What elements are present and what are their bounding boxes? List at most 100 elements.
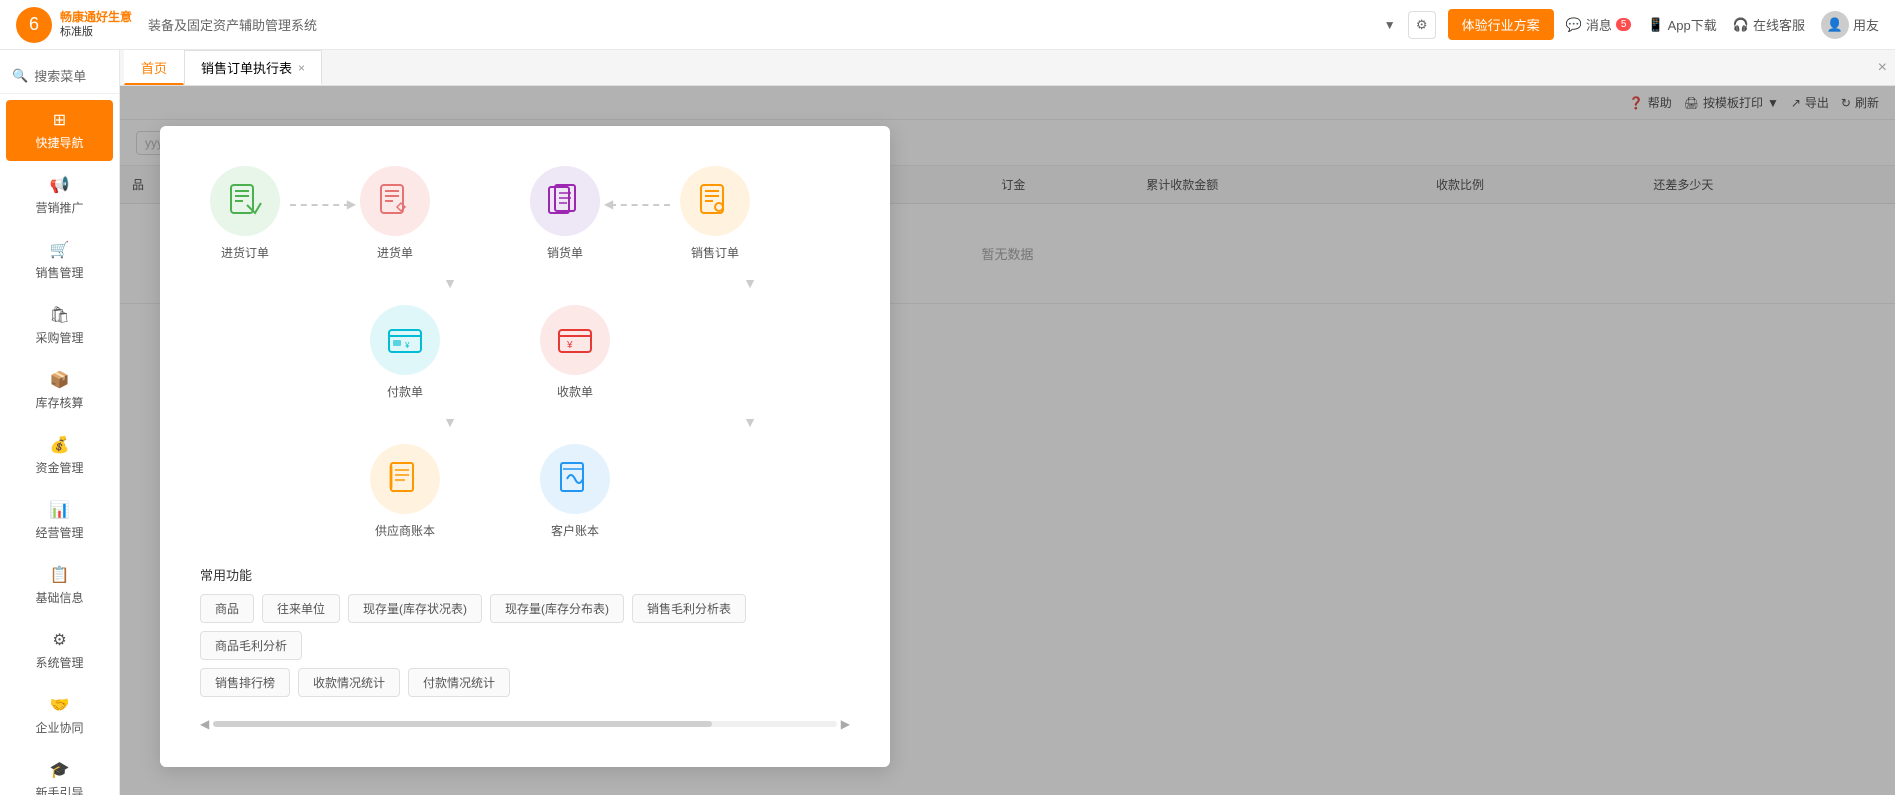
sidebar-item-marketing[interactable]: 📢 营销推广 [6, 165, 113, 226]
enterprise-icon: 🤝 [50, 695, 70, 715]
modal-overlay: 进货订单 ▶ [120, 86, 1895, 795]
flow-row-0: 进货订单 ▶ [200, 156, 850, 271]
flow-node-purchase-bill[interactable]: 进货单 [350, 156, 440, 271]
user-label: 用友 [1853, 15, 1879, 34]
scroll-right-icon[interactable]: ▶ [841, 717, 850, 731]
function-buttons-row-1: 商品 往来单位 现存量(库存状况表) 现存量(库存分布表) 销售毛利分析表 商品… [200, 594, 850, 660]
logo-icon: 6 [16, 7, 52, 43]
sidebar-item-finance[interactable]: 💰 资金管理 [6, 425, 113, 486]
payment-icon: ¥ [370, 305, 440, 375]
sidebar-item-newbie[interactable]: 🎓 新手引导 [6, 750, 113, 795]
scroll-thumb [213, 721, 712, 727]
common-functions: 常用功能 商品 往来单位 现存量(库存状况表) 现存量(库存分布表) 销售毛利分… [200, 565, 850, 697]
download-icon: 📱 [1647, 17, 1663, 33]
svg-text:¥: ¥ [404, 341, 410, 350]
sales-order-label: 销售订单 [691, 244, 739, 261]
func-btn-3[interactable]: 现存量(库存分布表) [490, 594, 624, 623]
function-buttons-row-2: 销售排行榜 收款情况统计 付款情况统计 [200, 668, 850, 697]
sidebar-item-system[interactable]: ⚙ 系统管理 [6, 620, 113, 681]
message-badge: 5 [1616, 18, 1632, 31]
avatar: 👤 [1821, 11, 1849, 39]
customer-ledger-icon [540, 444, 610, 514]
sidebar-item-inventory[interactable]: 📦 库存核算 [6, 360, 113, 421]
app-wrapper: 6 畅康通好生意 标准版 装备及固定资产辅助管理系统 ▼ ⚙ 体验行业方案 💬 … [0, 0, 1895, 795]
flow-row-2: ¥ 付款单 ¥ 收款单 [200, 295, 850, 410]
sidebar-search[interactable]: 🔍 搜索菜单 [0, 58, 119, 94]
logo-area: 6 畅康通好生意 标准版 [16, 7, 136, 43]
search-icon: 🔍 [12, 68, 28, 84]
flow-arrows-down-1: ▼ ▼ [200, 275, 850, 291]
user-area[interactable]: 👤 用友 [1821, 11, 1879, 39]
system-icon: ⚙ [52, 630, 66, 650]
sidebar-item-quick-nav[interactable]: ⊞ 快捷导航 [6, 100, 113, 161]
flow-node-sales-order[interactable]: 销售订单 [670, 156, 760, 271]
operations-icon: 📊 [50, 500, 70, 520]
page-content: ❓ 帮助 🖨 按模板打印 ▼ ↗ 导出 ↻ 刷新 [120, 86, 1895, 795]
flow-node-purchase-order[interactable]: 进货订单 [200, 156, 290, 271]
flow-node-customer-ledger[interactable]: 客户账本 [530, 434, 620, 549]
flow-node-payment[interactable]: ¥ 付款单 [360, 295, 450, 410]
sidebar-item-operations[interactable]: 📊 经营管理 [6, 490, 113, 551]
func-btn-0[interactable]: 商品 [200, 594, 254, 623]
flow-arrows-down-2: ▼ ▼ [200, 414, 850, 430]
sidebar-item-sales[interactable]: 🛒 销售管理 [6, 230, 113, 291]
receipt-label: 收款单 [557, 383, 593, 400]
supplier-ledger-icon [370, 444, 440, 514]
func-btn-7[interactable]: 收款情况统计 [298, 668, 400, 697]
func-btn-6[interactable]: 销售排行榜 [200, 668, 290, 697]
settings-icon[interactable]: ⚙ [1408, 11, 1436, 39]
scroll-left-icon[interactable]: ◀ [200, 717, 209, 731]
purchase-bill-icon [360, 166, 430, 236]
receipt-icon: ¥ [540, 305, 610, 375]
func-btn-5[interactable]: 商品毛利分析 [200, 631, 302, 660]
flow-node-sales-bill[interactable]: 销货单 [520, 156, 610, 271]
func-btn-2[interactable]: 现存量(库存状况表) [348, 594, 482, 623]
right-panel: 首页 销售订单执行表 × × ❓ 帮助 🖨 [120, 50, 1895, 795]
sidebar-item-basic-info[interactable]: 📋 基础信息 [6, 555, 113, 616]
svg-text:¥: ¥ [566, 340, 573, 351]
func-btn-1[interactable]: 往来单位 [262, 594, 340, 623]
func-btn-8[interactable]: 付款情况统计 [408, 668, 510, 697]
sales-bill-label: 销货单 [547, 244, 583, 261]
sales-order-icon [680, 166, 750, 236]
payment-label: 付款单 [387, 383, 423, 400]
func-btn-4[interactable]: 销售毛利分析表 [632, 594, 746, 623]
finance-icon: 💰 [50, 435, 70, 455]
brand-name: 畅康通好生意 [60, 10, 132, 26]
message-btn[interactable]: 💬 消息 5 [1566, 15, 1632, 34]
common-title: 常用功能 [200, 565, 850, 584]
sales-bill-icon [530, 166, 600, 236]
main-area: 🔍 搜索菜单 ⊞ 快捷导航 📢 营销推广 🛒 销售管理 🛍 采购管理 📦 [0, 50, 1895, 795]
sidebar-item-purchase[interactable]: 🛍 采购管理 [6, 295, 113, 356]
tab-bar-close-icon[interactable]: × [1878, 59, 1887, 77]
customer-ledger-label: 客户账本 [551, 522, 599, 539]
purchase-order-icon [210, 166, 280, 236]
purchase-bill-label: 进货单 [377, 244, 413, 261]
flow-node-receipt[interactable]: ¥ 收款单 [530, 295, 620, 410]
app-download-btn[interactable]: 📱 App下载 [1647, 15, 1716, 34]
purchase-order-label: 进货订单 [221, 244, 269, 261]
scroll-track[interactable] [213, 721, 837, 727]
sidebar-item-enterprise[interactable]: 🤝 企业协同 [6, 685, 113, 746]
tab-close-icon[interactable]: × [298, 61, 305, 75]
tab-home[interactable]: 首页 [124, 50, 184, 85]
flow-node-supplier-ledger[interactable]: 供应商账本 [360, 434, 450, 549]
tab-bar: 首页 销售订单执行表 × × [120, 50, 1895, 86]
flow-row-4: 供应商账本 客户账本 [200, 434, 850, 549]
sidebar: 🔍 搜索菜单 ⊞ 快捷导航 📢 营销推广 🛒 销售管理 🛍 采购管理 📦 [0, 50, 120, 795]
online-service-btn[interactable]: 🎧 在线客服 [1733, 15, 1805, 34]
message-icon: 💬 [1566, 17, 1582, 33]
brand-sub: 标准版 [60, 25, 132, 39]
inventory-icon: 📦 [50, 370, 70, 390]
marketing-icon: 📢 [50, 175, 70, 195]
topbar-right: 💬 消息 5 📱 App下载 🎧 在线客服 👤 用友 [1566, 11, 1879, 39]
system-title: 装备及固定资产辅助管理系统 [148, 15, 1372, 34]
supplier-ledger-label: 供应商账本 [375, 522, 435, 539]
experience-btn[interactable]: 体验行业方案 [1448, 9, 1554, 40]
tab-sales-order[interactable]: 销售订单执行表 × [184, 50, 322, 85]
arrow-h-1: ◀ [610, 204, 670, 224]
dropdown-icon[interactable]: ▼ [1384, 18, 1396, 32]
quick-nav-icon: ⊞ [53, 110, 66, 130]
service-icon: 🎧 [1733, 17, 1749, 33]
arrow-h-0: ▶ [290, 204, 350, 224]
